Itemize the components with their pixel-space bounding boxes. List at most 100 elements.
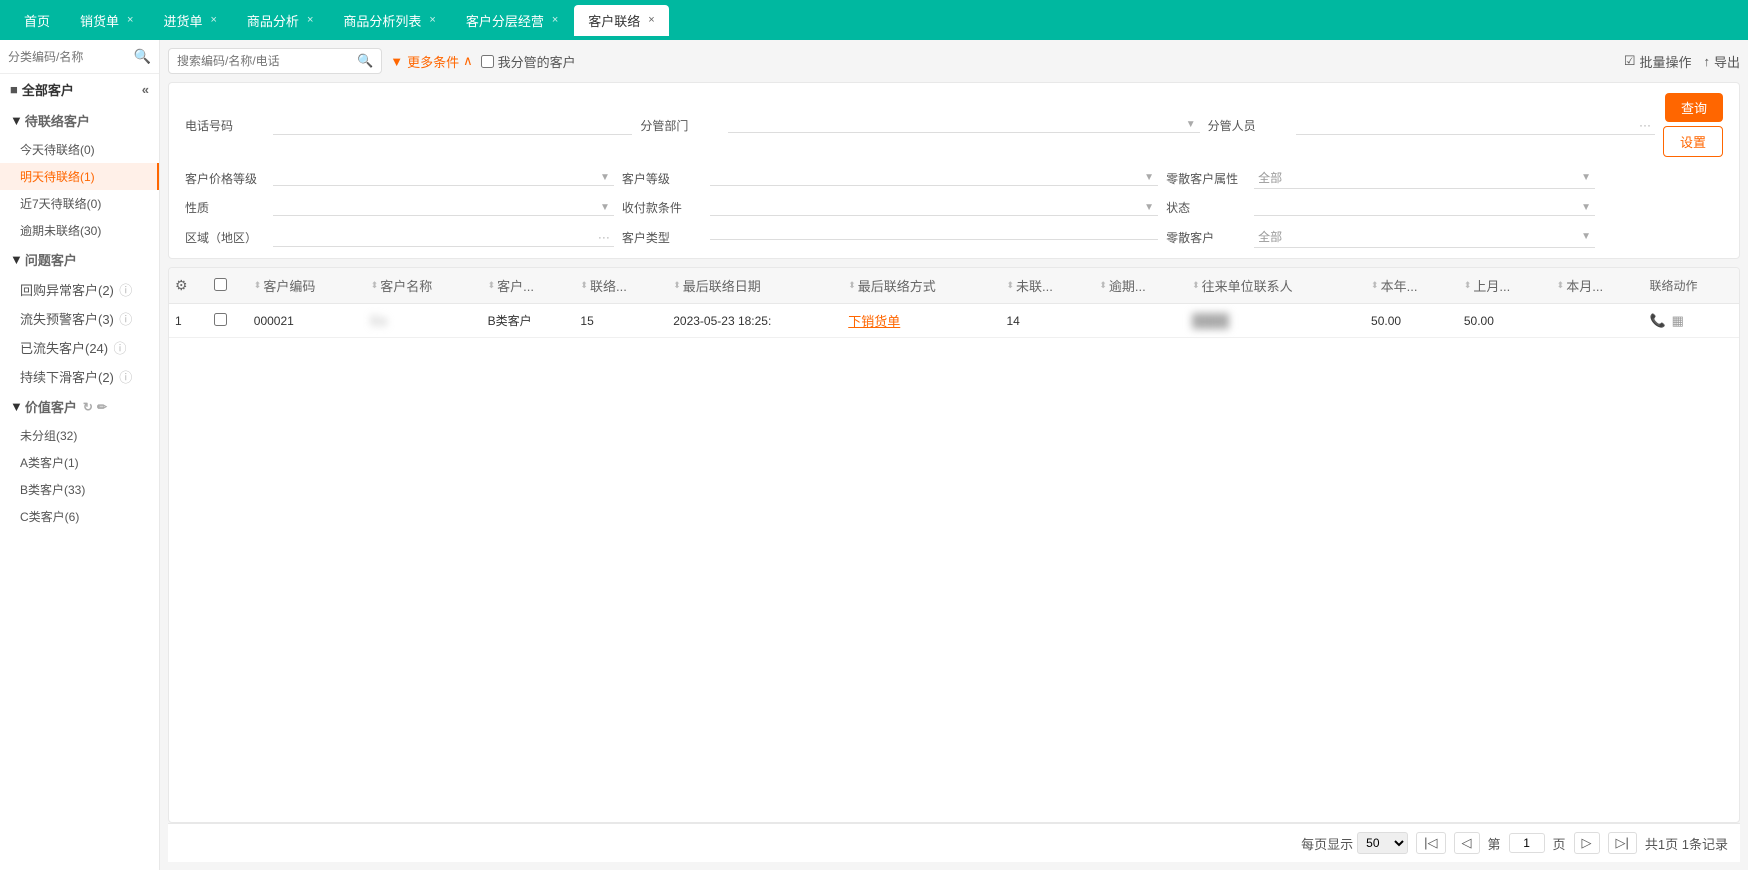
last-method-link[interactable]: 下销货单 xyxy=(848,314,900,329)
filter-payment-select[interactable]: ▼ xyxy=(710,200,1158,216)
sidebar-item-class-b[interactable]: B类客户(33) xyxy=(0,476,159,503)
filter-phone-input[interactable] xyxy=(273,116,632,135)
prev-page-btn[interactable]: ◁ xyxy=(1454,832,1480,854)
filter-nature-label: 性质 xyxy=(185,199,265,216)
my-customers-check[interactable]: 我分管的客户 xyxy=(481,52,576,71)
nav-close-4[interactable]: × xyxy=(552,14,558,26)
nav-close-5[interactable]: × xyxy=(648,14,654,26)
reset-button[interactable]: 设置 xyxy=(1663,126,1723,157)
sidebar-item-7days[interactable]: 近7天待联络(0) xyxy=(0,190,159,217)
nature-arrow-icon: ▼ xyxy=(600,202,610,213)
cell-action: 📞 ▦ xyxy=(1643,304,1739,338)
cell-this-month xyxy=(1551,304,1644,338)
nav-tab-4[interactable]: 客户分层经营 × xyxy=(452,5,572,36)
col-lastmethod-sort[interactable]: 最后联络方式 xyxy=(848,276,994,295)
col-overdue-sort[interactable]: 逾期... xyxy=(1099,276,1180,295)
export-btn[interactable]: ↑ 导出 xyxy=(1703,52,1740,71)
filter-status-select[interactable]: ▼ xyxy=(1254,200,1595,216)
col-code-sort[interactable]: 客户编码 xyxy=(254,276,359,295)
col-type-sort[interactable]: 客户... xyxy=(488,276,569,295)
nav-tab-0[interactable]: 销货单 × xyxy=(66,5,147,36)
filter-dept-col: 分管部门 ▼ xyxy=(640,117,1199,134)
first-page-btn[interactable]: |◁ xyxy=(1416,832,1445,854)
col-checkbox xyxy=(208,268,248,304)
filter-area-select[interactable]: ··· xyxy=(273,228,614,247)
sidebar-search-input[interactable] xyxy=(8,50,134,64)
page-label: 第 xyxy=(1488,834,1501,853)
col-type: 客户... xyxy=(482,268,575,304)
checkbox-icon: ☑ xyxy=(1624,53,1636,69)
sidebar-item-churned[interactable]: 已流失客户(24) ⓘ xyxy=(0,333,159,362)
nav-home[interactable]: 首页 xyxy=(10,5,64,36)
filter-chevron: ∧ xyxy=(463,53,473,69)
area-dots-icon: ··· xyxy=(598,230,610,244)
col-lastdate-sort[interactable]: 最后联络日期 xyxy=(673,276,836,295)
sidebar-item-overdue[interactable]: 逾期未联络(30) xyxy=(0,217,159,244)
sidebar-all-customers[interactable]: ■ 全部客户 « xyxy=(0,74,159,105)
col-thisyear-sort[interactable]: 本年... xyxy=(1371,276,1452,295)
col-notcontacted-sort[interactable]: 未联... xyxy=(1007,276,1088,295)
filter-retailattr-select[interactable]: 全部 ▼ xyxy=(1254,167,1595,189)
action-phone-icon[interactable]: 📞 xyxy=(1649,313,1665,329)
filter-pricelevel-select[interactable]: ▼ xyxy=(273,170,614,186)
nav-tab-3[interactable]: 商品分析列表 × xyxy=(329,5,449,36)
filter-row-2: 客户价格等级 ▼ 客户等级 ▼ 零散客户属性 全部 xyxy=(185,167,1723,189)
filter-manager-select[interactable]: ··· xyxy=(1296,116,1655,135)
value-group-refresh[interactable]: ↻ xyxy=(83,400,93,414)
query-button[interactable]: 查询 xyxy=(1665,93,1723,122)
filter-retail-select[interactable]: 全部 ▼ xyxy=(1254,226,1595,248)
sidebar-item-class-a[interactable]: A类客户(1) xyxy=(0,449,159,476)
filter-icon: ▼ xyxy=(390,54,403,69)
sidebar-item-tomorrow[interactable]: 明天待联络(1) xyxy=(0,163,159,190)
nav-close-3[interactable]: × xyxy=(429,14,435,26)
page-suffix: 页 xyxy=(1553,834,1566,853)
page-size-dropdown[interactable]: 50 100 200 xyxy=(1357,832,1408,854)
nav-tab-1[interactable]: 进货单 × xyxy=(149,5,230,36)
nav-close-1[interactable]: × xyxy=(210,14,216,26)
filter-customerlevel-select[interactable]: ▼ xyxy=(710,170,1158,186)
sidebar-item-declining[interactable]: 持续下滑客户(2) ⓘ xyxy=(0,362,159,391)
sidebar-item-abnormal[interactable]: 回购异常客户(2) ⓘ xyxy=(0,275,159,304)
nav-close-2[interactable]: × xyxy=(307,14,313,26)
cell-name: Ea xyxy=(365,304,482,338)
next-page-btn[interactable]: ▷ xyxy=(1574,832,1600,854)
value-group-edit[interactable]: ✏ xyxy=(97,400,107,414)
info-icon-2: ⓘ xyxy=(113,341,126,356)
col-name-sort[interactable]: 客户名称 xyxy=(371,276,476,295)
col-contact-sort[interactable]: 联络... xyxy=(580,276,661,295)
cell-last-month: 50.00 xyxy=(1458,304,1551,338)
col-thismonth-sort[interactable]: 本月... xyxy=(1557,276,1638,295)
filter-dept-select[interactable]: ▼ xyxy=(728,117,1199,133)
page-number-input[interactable] xyxy=(1509,833,1545,853)
filter-customertype-select[interactable] xyxy=(710,235,1158,240)
last-page-btn[interactable]: ▷| xyxy=(1608,832,1637,854)
export-icon: ↑ xyxy=(1703,54,1710,69)
col-unitcontact-sort[interactable]: 往来单位联系人 xyxy=(1192,276,1359,295)
nav-close-0[interactable]: × xyxy=(127,14,133,26)
action-grid-icon[interactable]: ▦ xyxy=(1672,313,1684,329)
select-all-checkbox[interactable] xyxy=(214,278,227,291)
my-customers-checkbox[interactable] xyxy=(481,55,494,68)
more-filter-btn[interactable]: ▼ 更多条件 ∧ xyxy=(390,52,472,71)
sidebar-collapse-icon[interactable]: « xyxy=(142,82,149,97)
search-icon[interactable]: 🔍 xyxy=(357,53,373,69)
table-gear-icon[interactable]: ⚙ xyxy=(175,277,188,293)
filter-payment-col: 收付款条件 ▼ xyxy=(622,199,1158,216)
row-checkbox-0[interactable] xyxy=(214,313,227,326)
sidebar-item-churn-warning[interactable]: 流失预警客户(3) ⓘ xyxy=(0,304,159,333)
sidebar-item-class-c[interactable]: C类客户(6) xyxy=(0,503,159,530)
sidebar-search-icon[interactable]: 🔍 xyxy=(134,48,151,65)
sidebar-item-ungrouped[interactable]: 未分组(32) xyxy=(0,422,159,449)
nav-tab-5[interactable]: 客户联络 × xyxy=(574,5,668,36)
col-lastmonth-sort[interactable]: 上月... xyxy=(1464,276,1545,295)
sidebar-group-problem: ▼ 问题客户 xyxy=(0,244,159,275)
cell-this-year: 50.00 xyxy=(1365,304,1458,338)
filter-nature-select[interactable]: ▼ xyxy=(273,200,614,216)
nav-tab-2[interactable]: 商品分析 × xyxy=(233,5,327,36)
search-input[interactable] xyxy=(177,54,357,68)
col-this-year: 本年... xyxy=(1365,268,1458,304)
filter-retailattr-label: 零散客户属性 xyxy=(1166,170,1246,187)
page-size-select: 每页显示 50 100 200 xyxy=(1301,832,1408,854)
sidebar-item-today[interactable]: 今天待联络(0) xyxy=(0,136,159,163)
batch-btn[interactable]: ☑ 批量操作 xyxy=(1624,52,1692,71)
